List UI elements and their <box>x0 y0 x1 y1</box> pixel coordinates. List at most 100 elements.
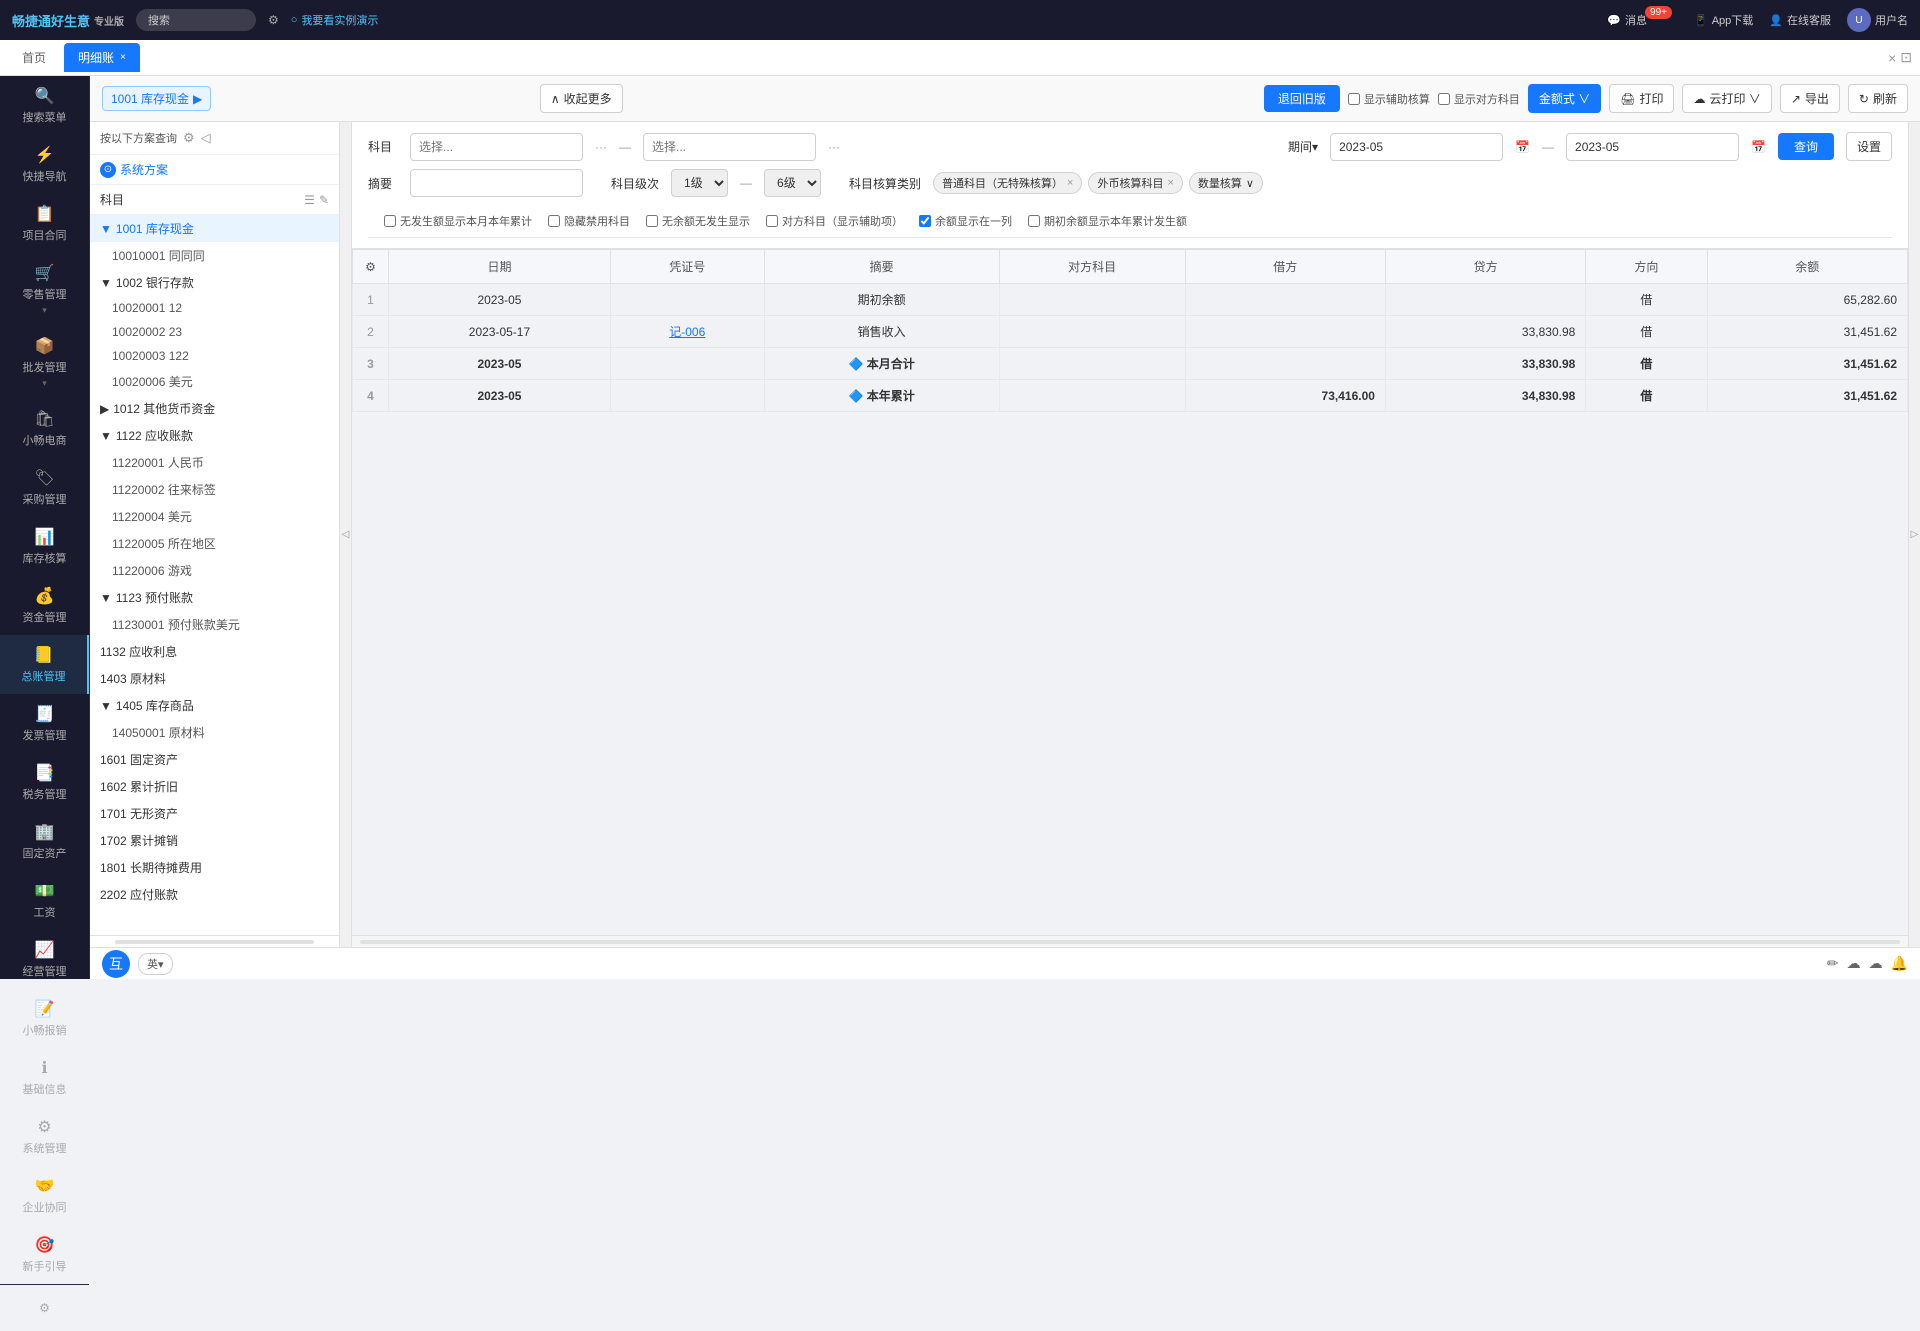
collapse-left-icon[interactable]: ◁ <box>201 130 211 146</box>
sidebar-item-expense[interactable]: 📝 小畅报销 <box>0 989 89 1048</box>
edit-status-icon[interactable]: ✏ <box>1827 955 1839 972</box>
tree-item-1123[interactable]: ▼ 1123 预付账款 <box>90 584 339 611</box>
period-calendar-icon2[interactable]: 📅 <box>1751 140 1766 154</box>
query-btn[interactable]: 查询 <box>1778 133 1834 160</box>
tree-item-11230001[interactable]: 11230001 预付账款美元 <box>90 611 339 638</box>
voucher-link-2[interactable]: 记-006 <box>669 325 705 339</box>
top-search[interactable]: 搜索 <box>136 9 256 31</box>
tab-home[interactable]: 首页 <box>8 43 60 72</box>
sidebar-item-project[interactable]: 📋 项目合同 <box>0 194 89 253</box>
sidebar-item-sysmanage[interactable]: ⚙ 系统管理 <box>0 1107 89 1166</box>
system-plan-item[interactable]: ⊙ 系统方案 <box>100 161 329 178</box>
right-side-collapse-btn[interactable]: ▷ <box>1908 122 1920 947</box>
sidebar-item-ecommerce[interactable]: 🛍 小畅电商 <box>0 399 89 458</box>
sidebar-item-salary[interactable]: 💵 工资 <box>0 871 89 930</box>
tab-close-icon[interactable]: × <box>120 52 126 63</box>
format-btn[interactable]: 金额式 ∨ <box>1528 84 1601 113</box>
tree-item-1405[interactable]: ▼ 1405 库存商品 <box>90 692 339 719</box>
show-aux-calc-checkbox[interactable]: 显示辅助核算 <box>1348 91 1430 107</box>
sidebar-item-purchase[interactable]: 🏷 采购管理 <box>0 458 89 517</box>
opt-balance-col[interactable]: 余额显示在一列 <box>919 213 1012 229</box>
level-end-select[interactable]: 6级5级4级 <box>764 169 821 197</box>
sidebar-item-capital[interactable]: 💰 资金管理 <box>0 576 89 635</box>
show-opposite-checkbox[interactable]: 显示对方科目 <box>1438 91 1520 107</box>
tree-item-11220002[interactable]: 11220002 往来标签 <box>90 476 339 503</box>
period-end-input[interactable] <box>1566 133 1739 161</box>
sidebar-item-collab[interactable]: 🤝 企业协同 <box>0 1166 89 1225</box>
chat-float-btn[interactable]: 互 <box>102 950 130 978</box>
sidebar-settings-btn[interactable]: ⚙ <box>0 1293 89 1323</box>
tab-detail[interactable]: 明细账 × <box>64 43 140 72</box>
opt-opening[interactable]: 期初余额显示本年累计发生额 <box>1028 213 1187 229</box>
tab-maximize-icon[interactable]: ⊡ <box>1900 49 1912 66</box>
query-icon[interactable]: ⚙ <box>183 130 195 146</box>
tree-item-10020006[interactable]: 10020006 美元 <box>90 368 339 395</box>
tree-item-1801[interactable]: 1801 长期待摊费用 <box>90 854 339 881</box>
print-btn[interactable]: 🖨 打印 <box>1609 84 1674 113</box>
sidebar-item-search[interactable]: 🔍 搜索菜单 <box>0 76 89 135</box>
tree-item-1122[interactable]: ▼ 1122 应收账款 <box>90 422 339 449</box>
sidebar-item-fixedassets[interactable]: 🏢 固定资产 <box>0 812 89 871</box>
list-icon[interactable]: ☰ <box>304 193 315 207</box>
level-start-select[interactable]: 1级2级3级 <box>671 169 728 197</box>
tree-item-10020001[interactable]: 10020001 12 <box>90 296 339 320</box>
tree-item-1601[interactable]: 1601 固定资产 <box>90 746 339 773</box>
top-settings-icon[interactable]: ⚙ <box>268 13 279 27</box>
more-filter-btn[interactable]: ∧ 收起更多 <box>540 84 623 113</box>
tree-item-1012[interactable]: ▶ 1012 其他货币资金 <box>90 395 339 422</box>
setting-btn[interactable]: 设置 <box>1846 132 1892 161</box>
tree-item-10010001[interactable]: 10010001 同同同 <box>90 242 339 269</box>
tree-item-1132[interactable]: 1132 应收利息 <box>90 638 339 665</box>
sidebar-item-guide[interactable]: 🎯 新手引导 <box>0 1225 89 1284</box>
export-btn[interactable]: ↗ 导出 <box>1780 84 1840 113</box>
panel-collapse-btn[interactable]: ◁ <box>340 122 352 947</box>
cell-voucher-2[interactable]: 记-006 <box>610 316 764 348</box>
return-old-btn[interactable]: 退回旧版 <box>1264 85 1340 112</box>
tree-item-1001[interactable]: ▼ 1001 库存现金 <box>90 215 339 242</box>
tree-item-10020003[interactable]: 10020003 122 <box>90 344 339 368</box>
opt-no-balance[interactable]: 无余额无发生显示 <box>646 213 750 229</box>
cloud-status-icon[interactable]: ☁ <box>1847 955 1861 972</box>
lang-btn[interactable]: 英▾ <box>138 953 173 975</box>
category-tag-3[interactable]: 数量核算 ∨ <box>1189 172 1263 194</box>
tree-item-1701[interactable]: 1701 无形资产 <box>90 800 339 827</box>
tree-item-11220001[interactable]: 11220001 人民币 <box>90 449 339 476</box>
tree-item-2202[interactable]: 2202 应付账款 <box>90 881 339 908</box>
notification-icon[interactable]: 🔔 <box>1891 955 1908 972</box>
tree-item-1403[interactable]: 1403 原材料 <box>90 665 339 692</box>
sidebar-item-operations[interactable]: 📈 经营管理 <box>0 930 89 989</box>
app-download-btn[interactable]: 📱 App下载 <box>1694 12 1753 28</box>
cloud-print-btn[interactable]: ☁ 云打印 ∨ <box>1682 84 1771 113</box>
cloud2-status-icon[interactable]: ☁ <box>1869 955 1883 972</box>
user-menu[interactable]: U 用户名 <box>1847 8 1908 32</box>
refresh-btn[interactable]: ↻ 刷新 <box>1848 84 1908 113</box>
sidebar-item-quicknav[interactable]: ⚡ 快捷导航 <box>0 135 89 194</box>
tab-close-all-icon[interactable]: × <box>1888 50 1896 66</box>
sidebar-item-ledger[interactable]: 📒 总账管理 <box>0 635 89 694</box>
edit-icon[interactable]: ✎ <box>319 193 329 207</box>
sidebar-item-invoice[interactable]: 🧾 发票管理 <box>0 694 89 753</box>
horizontal-scrollbar[interactable] <box>115 940 314 944</box>
opt-opposite[interactable]: 对方科目（显示辅助项） <box>766 213 903 229</box>
tag-close-1[interactable]: × <box>1067 177 1073 189</box>
subject-filter-input[interactable] <box>410 133 583 161</box>
demo-link[interactable]: ○ 我要看实例演示 <box>291 12 379 28</box>
tree-item-1002[interactable]: ▼ 1002 银行存款 <box>90 269 339 296</box>
sidebar-item-retail[interactable]: 🛒 零售管理 ▾ <box>0 253 89 326</box>
sidebar-item-basicinfo[interactable]: ℹ 基础信息 <box>0 1048 89 1107</box>
tree-item-10020002[interactable]: 10020002 23 <box>90 320 339 344</box>
tree-item-11220006[interactable]: 11220006 游戏 <box>90 557 339 584</box>
period-start-input[interactable] <box>1330 133 1503 161</box>
tag-close-2[interactable]: × <box>1167 177 1173 189</box>
summary-filter-input[interactable] <box>410 169 583 197</box>
tree-item-1702[interactable]: 1702 累计摊销 <box>90 827 339 854</box>
online-service-btn[interactable]: 👤 在线客服 <box>1769 12 1831 28</box>
tree-item-11220005[interactable]: 11220005 所在地区 <box>90 530 339 557</box>
period-calendar-icon[interactable]: 📅 <box>1515 140 1530 154</box>
sidebar-item-tax[interactable]: 📑 税务管理 <box>0 753 89 812</box>
sidebar-item-inventory[interactable]: 📊 库存核算 <box>0 517 89 576</box>
col-settings[interactable]: ⚙ <box>353 250 389 284</box>
opt-no-amount[interactable]: 无发生额显示本月本年累计 <box>384 213 532 229</box>
tree-item-1602[interactable]: 1602 累计折旧 <box>90 773 339 800</box>
message-btn[interactable]: 💬 消息 99+ <box>1607 12 1678 28</box>
